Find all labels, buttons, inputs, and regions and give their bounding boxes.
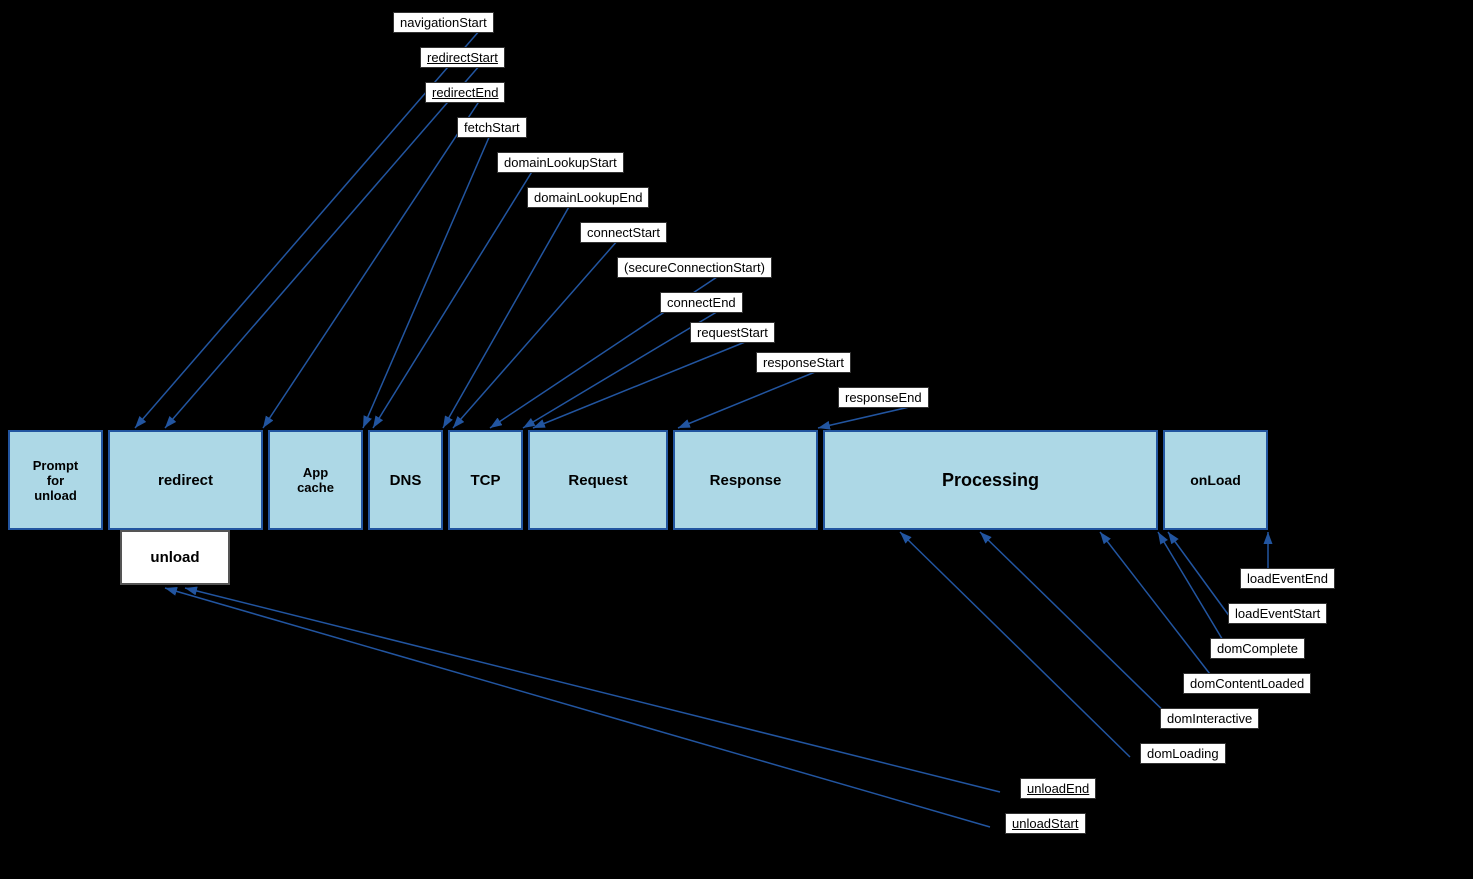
label-requeststart: requestStart [690,322,775,343]
label-domainlookupstart: domainLookupStart [497,152,624,173]
label-domloading: domLoading [1140,743,1226,764]
label-unloadend: unloadEnd [1020,778,1096,799]
label-redirectend: redirectEnd [425,82,505,103]
label-connectstart: connectStart [580,222,667,243]
phase-redirect: redirect [108,430,263,530]
phase-onload: onLoad [1163,430,1268,530]
label-domcontentloaded: domContentLoaded [1183,673,1311,694]
label-navigationstart: navigationStart [393,12,494,33]
label-responsestart: responseStart [756,352,851,373]
phase-dns: DNS [368,430,443,530]
label-redirectstart: redirectStart [420,47,505,68]
label-connectend: connectEnd [660,292,743,313]
phase-prompt: Prompt for unload [8,430,103,530]
label-dominteractive: domInteractive [1160,708,1259,729]
label-loadeventstart: loadEventStart [1228,603,1327,624]
phase-appcache: App cache [268,430,363,530]
label-fetchstart: fetchStart [457,117,527,138]
phase-response: Response [673,430,818,530]
phase-tcp: TCP [448,430,523,530]
label-domcomplete: domComplete [1210,638,1305,659]
phase-processing: Processing [823,430,1158,530]
label-unloadstart: unloadStart [1005,813,1086,834]
label-responseend: responseEnd [838,387,929,408]
phase-request: Request [528,430,668,530]
phase-unload: unload [120,530,230,585]
label-secureconnectionstart: (secureConnectionStart) [617,257,772,278]
label-loadeventend: loadEventEnd [1240,568,1335,589]
label-domainlookupend: domainLookupEnd [527,187,649,208]
